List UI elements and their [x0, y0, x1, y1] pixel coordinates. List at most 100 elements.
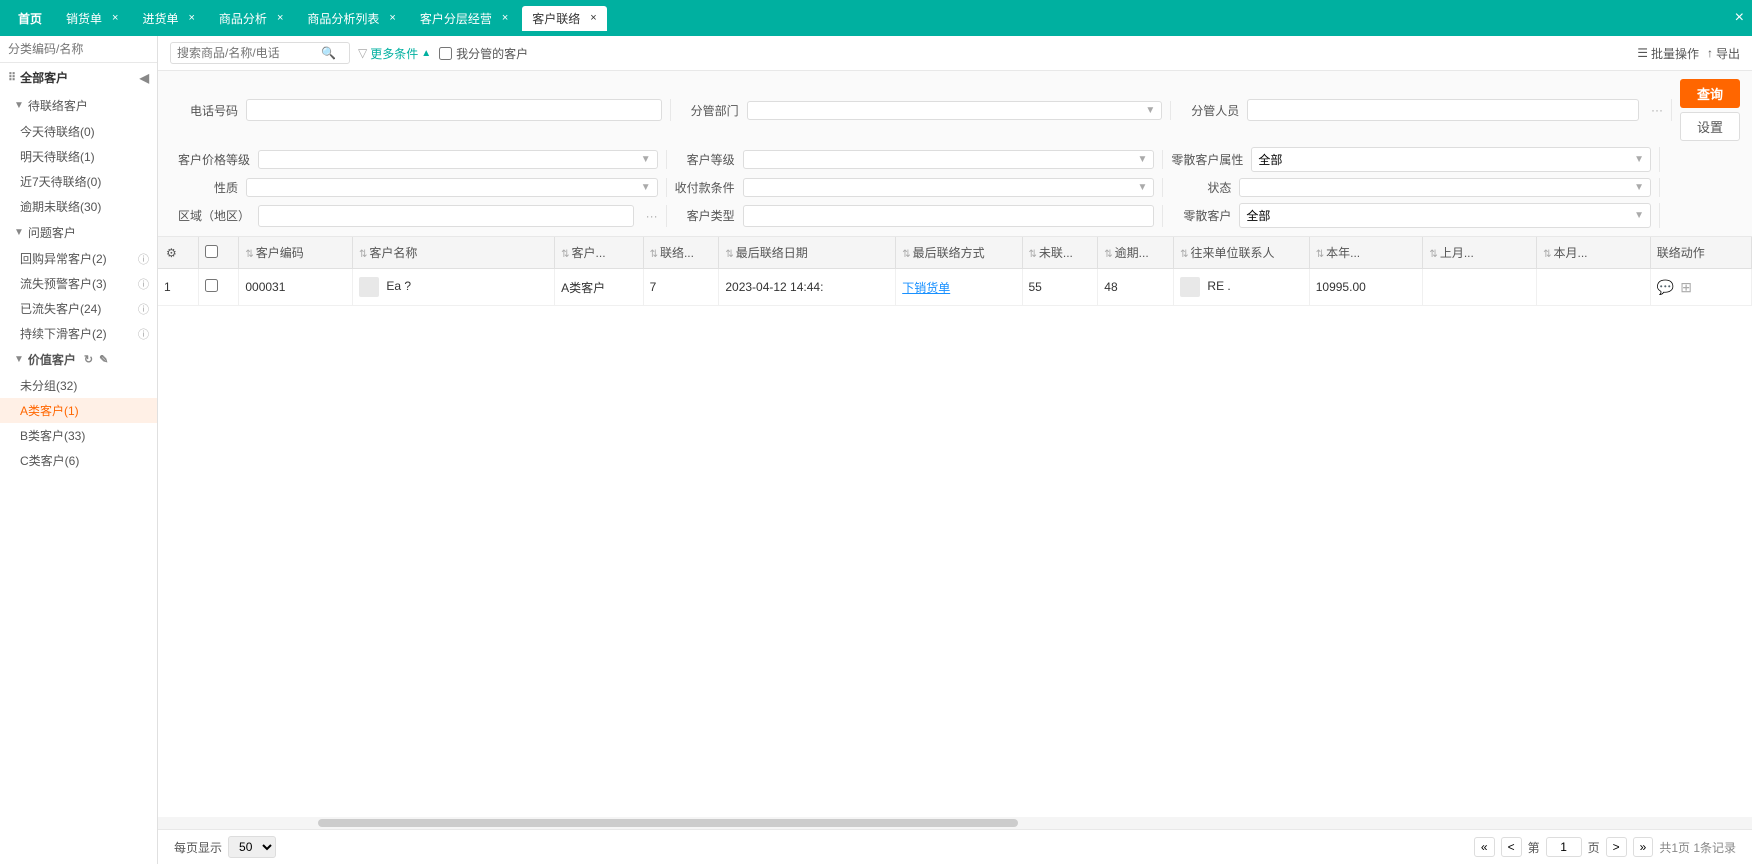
sidebar-item-lost-warning[interactable]: 流失预警客户(3) ⓘ	[0, 271, 157, 296]
price-level-label: 客户价格等级	[178, 151, 250, 168]
sidebar-value-customers-group[interactable]: ▼ 价值客户 ↻ ✎	[0, 346, 157, 373]
nav-tab-sales[interactable]: 销货单 ×	[56, 6, 128, 31]
customer-level-down-icon: ▼	[1137, 154, 1147, 165]
horizontal-scrollbar[interactable]	[158, 817, 1752, 829]
sidebar-item-declining[interactable]: 持续下滑客户(2) ⓘ	[0, 321, 157, 346]
nav-tab-goods-analysis[interactable]: 商品分析 ×	[209, 6, 293, 31]
payment-select[interactable]: ▼	[743, 178, 1155, 197]
close-all-tabs[interactable]: ×	[1735, 9, 1744, 27]
nature-select[interactable]: ▼	[246, 178, 658, 197]
page-number-input[interactable]	[1546, 837, 1582, 857]
th-contact[interactable]: ⇅联络...	[643, 237, 719, 269]
th-last-contact-method[interactable]: ⇅最后联络方式	[896, 237, 1022, 269]
sidebar-search-input[interactable]	[8, 42, 158, 56]
th-settings[interactable]: ⚙	[158, 237, 198, 269]
sidebar-item-class-c[interactable]: C类客户(6)	[0, 448, 157, 473]
close-customer-contact-tab[interactable]: ×	[590, 12, 596, 24]
select-all-checkbox[interactable]	[205, 245, 218, 258]
value-customers-refresh[interactable]: ↻	[84, 353, 93, 366]
filter-search-input[interactable]	[177, 46, 317, 60]
th-this-month[interactable]: ⇅本月...	[1537, 237, 1651, 269]
nav-tab-customer-contact[interactable]: 客户联络 ×	[522, 6, 606, 31]
nav-tab-goods-analysis-list[interactable]: 商品分析列表 ×	[297, 6, 405, 31]
page-size-select[interactable]: 50	[228, 836, 276, 858]
sidebar-item-lost[interactable]: 已流失客户(24) ⓘ	[0, 296, 157, 321]
nav-tab-customer-layer[interactable]: 客户分层经营 ×	[410, 6, 518, 31]
first-page-button[interactable]: «	[1474, 837, 1495, 857]
customer-level-select[interactable]: ▼	[743, 150, 1155, 169]
sidebar-search-area: 🔍	[0, 36, 157, 63]
filter-phone: 电话号码	[170, 99, 671, 121]
sidebar-collapse-icon[interactable]: ◀	[140, 71, 149, 85]
value-customers-edit[interactable]: ✎	[99, 353, 108, 366]
th-this-year[interactable]: ⇅本年...	[1309, 237, 1423, 269]
my-customers-checkbox[interactable]	[439, 47, 452, 60]
td-type: A类客户	[555, 269, 643, 306]
th-type[interactable]: ⇅客户...	[555, 237, 643, 269]
row-checkbox[interactable]	[205, 279, 218, 292]
close-goods-analysis-list-tab[interactable]: ×	[389, 12, 395, 24]
close-purchase-tab[interactable]: ×	[188, 12, 194, 24]
settings-button[interactable]: 设置	[1680, 112, 1740, 141]
sidebar-item-tomorrow[interactable]: 明天待联络(1)	[0, 144, 157, 169]
sidebar-item-class-a[interactable]: A类客户(1)	[0, 398, 157, 423]
customer-type-input[interactable]	[743, 205, 1155, 227]
manager-ellipsis[interactable]: ···	[1651, 103, 1663, 117]
td-no-contact: 55	[1022, 269, 1098, 306]
sparse-attr-select[interactable]: 全部 ▼	[1251, 147, 1651, 172]
batch-ops-button[interactable]: ☰ 批量操作	[1637, 45, 1699, 62]
th-overdue[interactable]: ⇅逾期...	[1098, 237, 1174, 269]
last-page-button[interactable]: »	[1633, 837, 1654, 857]
td-this-month	[1537, 269, 1651, 306]
th-unit-contact[interactable]: ⇅往来单位联系人	[1174, 237, 1310, 269]
sidebar-item-unclassified[interactable]: 未分组(32)	[0, 373, 157, 398]
filter-row-3: 性质 ▼ 收付款条件 ▼ 状态	[170, 178, 1740, 197]
th-last-month[interactable]: ⇅上月...	[1423, 237, 1537, 269]
sidebar-item-abnormal[interactable]: 回购异常客户(2) ⓘ	[0, 246, 157, 271]
query-button[interactable]: 查询	[1680, 79, 1740, 108]
filter-status: 状态 ▼	[1163, 178, 1660, 197]
comment-action-icon[interactable]: 💬	[1657, 279, 1674, 296]
sidebar-item-class-b[interactable]: B类客户(33)	[0, 423, 157, 448]
close-customer-layer-tab[interactable]: ×	[502, 12, 508, 24]
close-goods-analysis-tab[interactable]: ×	[277, 12, 283, 24]
last-contact-method-link[interactable]: 下销货单	[902, 281, 950, 295]
sparse-customer-select[interactable]: 全部 ▼	[1239, 203, 1651, 228]
sidebar-item-today[interactable]: 今天待联络(0)	[0, 119, 157, 144]
region-input[interactable]	[258, 205, 634, 227]
sidebar-all-customers[interactable]: ⠿ 全部客户 ◀	[0, 63, 157, 92]
filter-row-4: 区域（地区） ··· 客户类型 零散客户 全部 ▼	[170, 203, 1740, 228]
sidebar-item-week[interactable]: 近7天待联络(0)	[0, 169, 157, 194]
dept-select[interactable]: ▼	[747, 101, 1163, 120]
hscroll-thumb[interactable]	[318, 819, 1018, 827]
sidebar-problem-customers-group[interactable]: ▼ 问题客户	[0, 219, 157, 246]
main-layout: 🔍 ⠿ 全部客户 ◀ ▼ 待联络客户 今天待联络(0) 明天待联络(1) 近7天…	[0, 36, 1752, 864]
filter-more-conditions[interactable]: ▽ 更多条件 ▲	[358, 45, 431, 62]
info-icon-declining: ⓘ	[138, 326, 149, 342]
nav-tab-home[interactable]: 首页	[8, 6, 52, 31]
th-name[interactable]: ⇅客户名称	[353, 237, 555, 269]
prev-page-button[interactable]: <	[1501, 837, 1522, 857]
nav-tab-purchase[interactable]: 进货单 ×	[132, 6, 204, 31]
sidebar-pending-contact-group[interactable]: ▼ 待联络客户	[0, 92, 157, 119]
status-down-icon: ▼	[1634, 182, 1644, 193]
export-button[interactable]: ↑ 导出	[1707, 45, 1740, 62]
next-page-button[interactable]: >	[1606, 837, 1627, 857]
price-level-select[interactable]: ▼	[258, 150, 658, 169]
manager-input[interactable]	[1247, 99, 1639, 121]
region-label: 区域（地区）	[178, 207, 250, 224]
link-action-icon[interactable]: ⊞	[1680, 279, 1692, 296]
status-select[interactable]: ▼	[1239, 178, 1651, 197]
filter-search-icon[interactable]: 🔍	[321, 46, 336, 60]
th-last-contact-date[interactable]: ⇅最后联络日期	[719, 237, 896, 269]
th-code[interactable]: ⇅客户编码	[239, 237, 353, 269]
sidebar-item-overdue[interactable]: 逾期未联络(30)	[0, 194, 157, 219]
close-sales-tab[interactable]: ×	[112, 12, 118, 24]
th-no-contact[interactable]: ⇅未联...	[1022, 237, 1098, 269]
region-ellipsis[interactable]: ···	[646, 209, 658, 223]
my-customers-toggle[interactable]: 我分管的客户	[439, 45, 528, 62]
td-last-contact-method: 下销货单	[896, 269, 1022, 306]
filter-sparse-customer: 零散客户 全部 ▼	[1163, 203, 1660, 228]
phone-input[interactable]	[246, 99, 662, 121]
filter-actions: ☰ 批量操作 ↑ 导出	[1637, 45, 1740, 62]
